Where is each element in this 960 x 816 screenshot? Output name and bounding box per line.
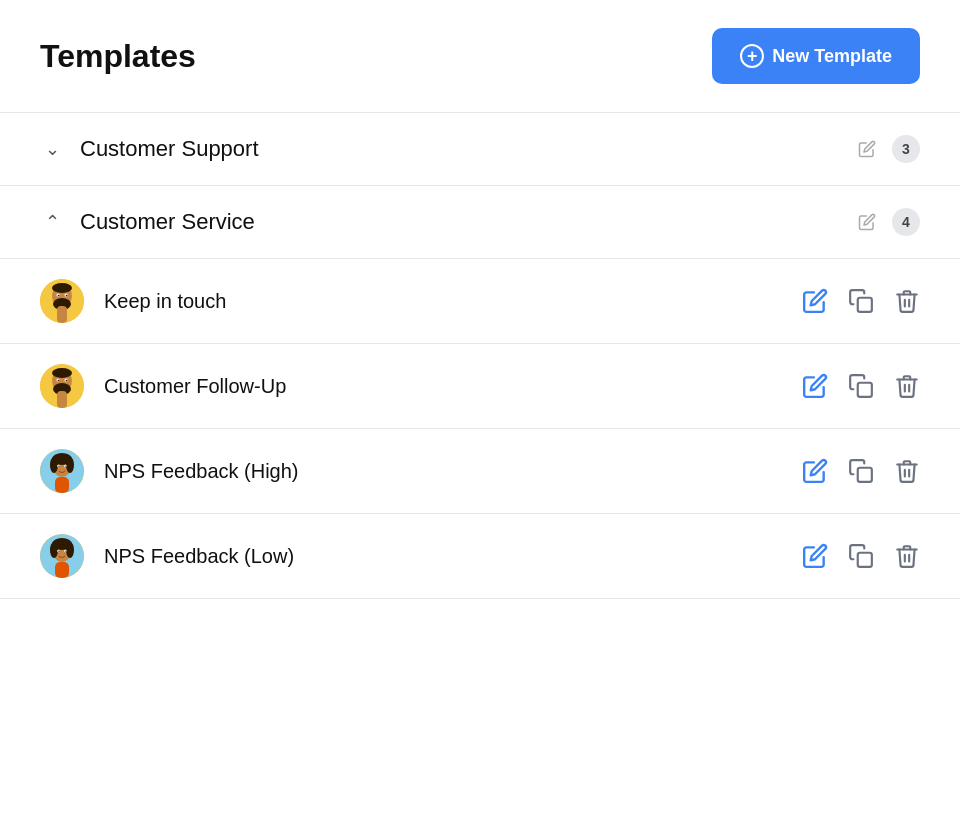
svg-rect-20 — [57, 391, 67, 408]
svg-rect-32 — [858, 468, 872, 482]
delete-template-button[interactable] — [894, 458, 920, 484]
svg-rect-42 — [55, 562, 69, 578]
avatar — [40, 449, 84, 493]
template-name: Customer Follow-Up — [104, 375, 782, 398]
svg-point-5 — [58, 295, 60, 297]
template-name: NPS Feedback (High) — [104, 460, 782, 483]
svg-point-2 — [52, 283, 72, 293]
avatar — [40, 279, 84, 323]
svg-point-30 — [65, 466, 66, 467]
delete-template-button[interactable] — [894, 288, 920, 314]
page-title: Templates — [40, 38, 196, 75]
new-template-button[interactable]: + New Template — [712, 28, 920, 84]
delete-template-button[interactable] — [894, 543, 920, 569]
edit-template-button[interactable] — [802, 288, 828, 314]
duplicate-template-button[interactable] — [848, 458, 874, 484]
chevron-down-icon: ⌄ — [40, 138, 64, 160]
action-icons — [802, 543, 920, 569]
action-icons — [802, 373, 920, 399]
plus-circle-icon: + — [740, 44, 764, 68]
template-list: Keep in touch — [0, 259, 960, 599]
chevron-up-icon: ⌃ — [40, 211, 64, 233]
svg-point-36 — [50, 542, 58, 558]
svg-point-25 — [50, 457, 58, 473]
template-row: Customer Follow-Up — [0, 344, 960, 429]
svg-rect-43 — [858, 553, 872, 567]
group-customer-service[interactable]: ⌃ Customer Service 4 — [0, 186, 960, 259]
duplicate-template-button[interactable] — [848, 543, 874, 569]
group-name: Customer Support — [80, 136, 842, 162]
svg-rect-31 — [55, 477, 69, 493]
svg-point-29 — [58, 466, 59, 467]
template-row: NPS Feedback (Low) — [0, 514, 960, 599]
svg-point-37 — [66, 542, 74, 558]
duplicate-template-button[interactable] — [848, 373, 874, 399]
group-count-badge: 3 — [892, 135, 920, 163]
svg-point-26 — [66, 457, 74, 473]
template-name: NPS Feedback (Low) — [104, 545, 782, 568]
edit-group-icon[interactable] — [858, 140, 876, 158]
avatar — [40, 534, 84, 578]
svg-point-16 — [58, 380, 60, 382]
action-icons — [802, 288, 920, 314]
page-header: Templates + New Template — [0, 0, 960, 113]
edit-template-button[interactable] — [802, 373, 828, 399]
edit-template-button[interactable] — [802, 458, 828, 484]
svg-rect-9 — [57, 306, 67, 323]
action-icons — [802, 458, 920, 484]
svg-rect-21 — [858, 383, 872, 397]
group-customer-support[interactable]: ⌄ Customer Support 3 — [0, 113, 960, 186]
svg-point-40 — [58, 551, 59, 552]
edit-template-button[interactable] — [802, 543, 828, 569]
svg-point-6 — [66, 295, 68, 297]
svg-rect-10 — [858, 298, 872, 312]
svg-point-13 — [52, 368, 72, 378]
new-template-label: New Template — [772, 46, 892, 67]
svg-point-41 — [65, 551, 66, 552]
svg-point-17 — [66, 380, 68, 382]
template-row: Keep in touch — [0, 259, 960, 344]
template-name: Keep in touch — [104, 290, 782, 313]
delete-template-button[interactable] — [894, 373, 920, 399]
duplicate-template-button[interactable] — [848, 288, 874, 314]
template-row: NPS Feedback (High) — [0, 429, 960, 514]
group-name: Customer Service — [80, 209, 842, 235]
group-count-badge: 4 — [892, 208, 920, 236]
edit-group-icon[interactable] — [858, 213, 876, 231]
avatar — [40, 364, 84, 408]
